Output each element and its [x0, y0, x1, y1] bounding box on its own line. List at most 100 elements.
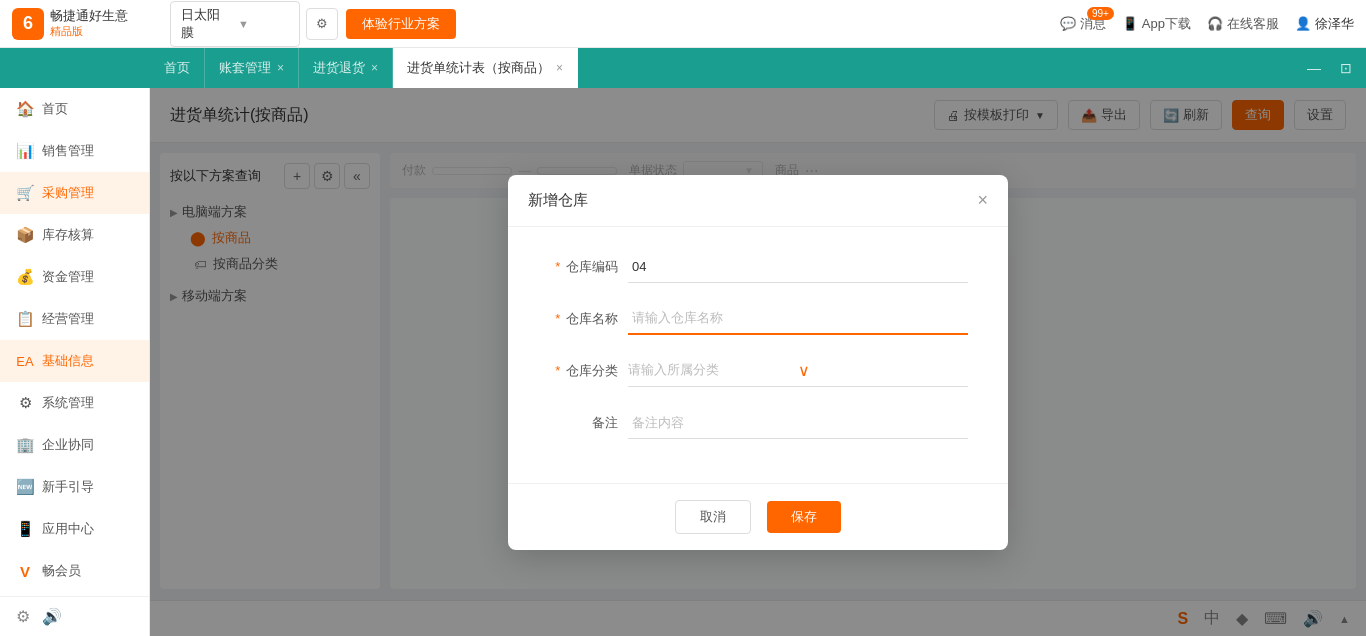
tab-expand-btn[interactable]: ⊡: [1334, 56, 1358, 80]
add-warehouse-dialog: 新增仓库 × * 仓库编码: [508, 175, 1008, 550]
store-selector[interactable]: 日太阳膜 ▼: [170, 1, 300, 47]
category-placeholder: 请输入所属分类: [628, 361, 798, 379]
category-label: * 仓库分类: [548, 362, 628, 380]
tab-account-close[interactable]: ×: [277, 61, 284, 75]
modal-overlay: 新增仓库 × * 仓库编码: [150, 88, 1366, 636]
sidebar-label-purchase: 采购管理: [42, 184, 94, 202]
finance-icon: 💰: [16, 268, 34, 286]
sidebar-label-guide: 新手引导: [42, 478, 94, 496]
home-icon: 🏠: [16, 100, 34, 118]
sidebar-item-guide[interactable]: 🆕 新手引导: [0, 466, 149, 508]
tab-controls: — ⊡: [1302, 56, 1366, 80]
sidebar-label-enterprise: 企业协同: [42, 436, 94, 454]
tab-purchase-return-close[interactable]: ×: [371, 61, 378, 75]
trial-button[interactable]: 体验行业方案: [346, 9, 456, 39]
online-service-label: 在线客服: [1227, 15, 1279, 33]
enterprise-icon: 🏢: [16, 436, 34, 454]
vip-icon: V: [16, 562, 34, 580]
sidebar-item-system[interactable]: ⚙ 系统管理: [0, 382, 149, 424]
sidebar-item-enterprise[interactable]: 🏢 企业协同: [0, 424, 149, 466]
sidebar-label-sales: 销售管理: [42, 142, 94, 160]
notification-item[interactable]: 💬 消息 99+: [1060, 15, 1106, 33]
notification-badge: 99+: [1087, 7, 1114, 20]
settings-button[interactable]: ⚙: [306, 8, 338, 40]
content-area: 进货单统计(按商品) 🖨 按模板打印 ▼ 📤 导出 🔄 刷新: [150, 88, 1366, 636]
sidebar-item-sales[interactable]: 📊 销售管理: [0, 130, 149, 172]
username-label: 徐泽华: [1315, 15, 1354, 33]
category-select[interactable]: 请输入所属分类 ∨: [628, 355, 968, 387]
sidebar-item-purchase[interactable]: 🛒 采购管理: [0, 172, 149, 214]
top-header: 6 畅捷通好生意 精品版 日太阳膜 ▼ ⚙ 体验行业方案 💬 消息 99+ 📱 …: [0, 0, 1366, 48]
logo-sub: 精品版: [50, 24, 128, 39]
dialog-body: * 仓库编码 * 仓库名称: [508, 227, 1008, 483]
remark-input[interactable]: [628, 407, 968, 439]
main-layout: 🏠 首页 📊 销售管理 🛒 采购管理 📦 库存核算 💰 资金管理 📋 经营管理 …: [0, 88, 1366, 636]
logo-area: 6 畅捷通好生意 精品版: [12, 8, 162, 40]
sidebar-item-app-center[interactable]: 📱 应用中心: [0, 508, 149, 550]
sidebar-item-vip[interactable]: V 畅会员: [0, 550, 149, 592]
app-center-icon: 📱: [16, 520, 34, 538]
guide-icon: 🆕: [16, 478, 34, 496]
sidebar-label-basic-info: 基础信息: [42, 352, 94, 370]
sidebar-label-app-center: 应用中心: [42, 520, 94, 538]
category-dropdown-arrow: ∨: [798, 361, 968, 380]
form-row-category: * 仓库分类 请输入所属分类 ∨: [548, 355, 968, 387]
tab-purchase-return[interactable]: 进货退货 ×: [299, 48, 393, 88]
save-button[interactable]: 保存: [767, 501, 841, 533]
logo-name: 畅捷通好生意: [50, 8, 128, 25]
logo-icon: 6: [12, 8, 44, 40]
basic-info-icon: EA: [16, 352, 34, 370]
sidebar-label-inventory: 库存核算: [42, 226, 94, 244]
tab-purchase-stats-close[interactable]: ×: [556, 61, 563, 75]
dialog-header: 新增仓库 ×: [508, 175, 1008, 227]
operations-icon: 📋: [16, 310, 34, 328]
content-inner: 进货单统计(按商品) 🖨 按模板打印 ▼ 📤 导出 🔄 刷新: [150, 88, 1366, 636]
remark-label: 备注: [548, 414, 628, 432]
tab-home[interactable]: 首页: [150, 48, 205, 88]
sidebar-item-finance[interactable]: 💰 资金管理: [0, 256, 149, 298]
sales-icon: 📊: [16, 142, 34, 160]
tab-home-label: 首页: [164, 59, 190, 77]
sidebar-label-system: 系统管理: [42, 394, 94, 412]
online-service-item[interactable]: 🎧 在线客服: [1207, 15, 1279, 33]
name-label: * 仓库名称: [548, 310, 628, 328]
name-input[interactable]: [628, 303, 968, 335]
sidebar: 🏠 首页 📊 销售管理 🛒 采购管理 📦 库存核算 💰 资金管理 📋 经营管理 …: [0, 88, 150, 636]
tab-purchase-return-label: 进货退货: [313, 59, 365, 77]
system-icon: ⚙: [16, 394, 34, 412]
user-item[interactable]: 👤 徐泽华: [1295, 15, 1354, 33]
tab-collapse-btn[interactable]: —: [1302, 56, 1326, 80]
inventory-icon: 📦: [16, 226, 34, 244]
user-icon: 👤: [1295, 16, 1311, 31]
sidebar-bottom: ⚙ 🔊: [0, 596, 149, 636]
sidebar-item-home[interactable]: 🏠 首页: [0, 88, 149, 130]
store-name: 日太阳膜: [181, 6, 232, 42]
purchase-icon: 🛒: [16, 184, 34, 202]
phone-icon: 📱: [1122, 16, 1138, 31]
sidebar-label-operations: 经营管理: [42, 310, 94, 328]
sidebar-label-home: 首页: [42, 100, 68, 118]
sidebar-label-finance: 资金管理: [42, 268, 94, 286]
tab-account-label: 账套管理: [219, 59, 271, 77]
code-label: * 仓库编码: [548, 258, 628, 276]
sidebar-item-inventory[interactable]: 📦 库存核算: [0, 214, 149, 256]
sidebar-sound-icon[interactable]: 🔊: [42, 607, 62, 626]
app-download-label: App下载: [1142, 15, 1191, 33]
form-row-code: * 仓库编码: [548, 251, 968, 283]
sidebar-item-operations[interactable]: 📋 经营管理: [0, 298, 149, 340]
header-right: 💬 消息 99+ 📱 App下载 🎧 在线客服 👤 徐泽华: [1060, 15, 1354, 33]
sidebar-item-basic-info[interactable]: EA 基础信息: [0, 340, 149, 382]
store-dropdown-arrow: ▼: [238, 18, 289, 30]
app-download-item[interactable]: 📱 App下载: [1122, 15, 1191, 33]
dialog-close-button[interactable]: ×: [977, 191, 988, 209]
code-input[interactable]: [628, 251, 968, 283]
message-icon: 💬: [1060, 16, 1076, 31]
dialog-title: 新增仓库: [528, 191, 588, 210]
tab-bar: 首页 账套管理 × 进货退货 × 进货单统计表（按商品） × — ⊡: [0, 48, 1366, 88]
sidebar-label-vip: 畅会员: [42, 562, 81, 580]
tab-purchase-stats[interactable]: 进货单统计表（按商品） ×: [393, 48, 578, 88]
tab-account[interactable]: 账套管理 ×: [205, 48, 299, 88]
headset-icon: 🎧: [1207, 16, 1223, 31]
sidebar-settings-icon[interactable]: ⚙: [16, 607, 30, 626]
cancel-button[interactable]: 取消: [675, 500, 751, 534]
